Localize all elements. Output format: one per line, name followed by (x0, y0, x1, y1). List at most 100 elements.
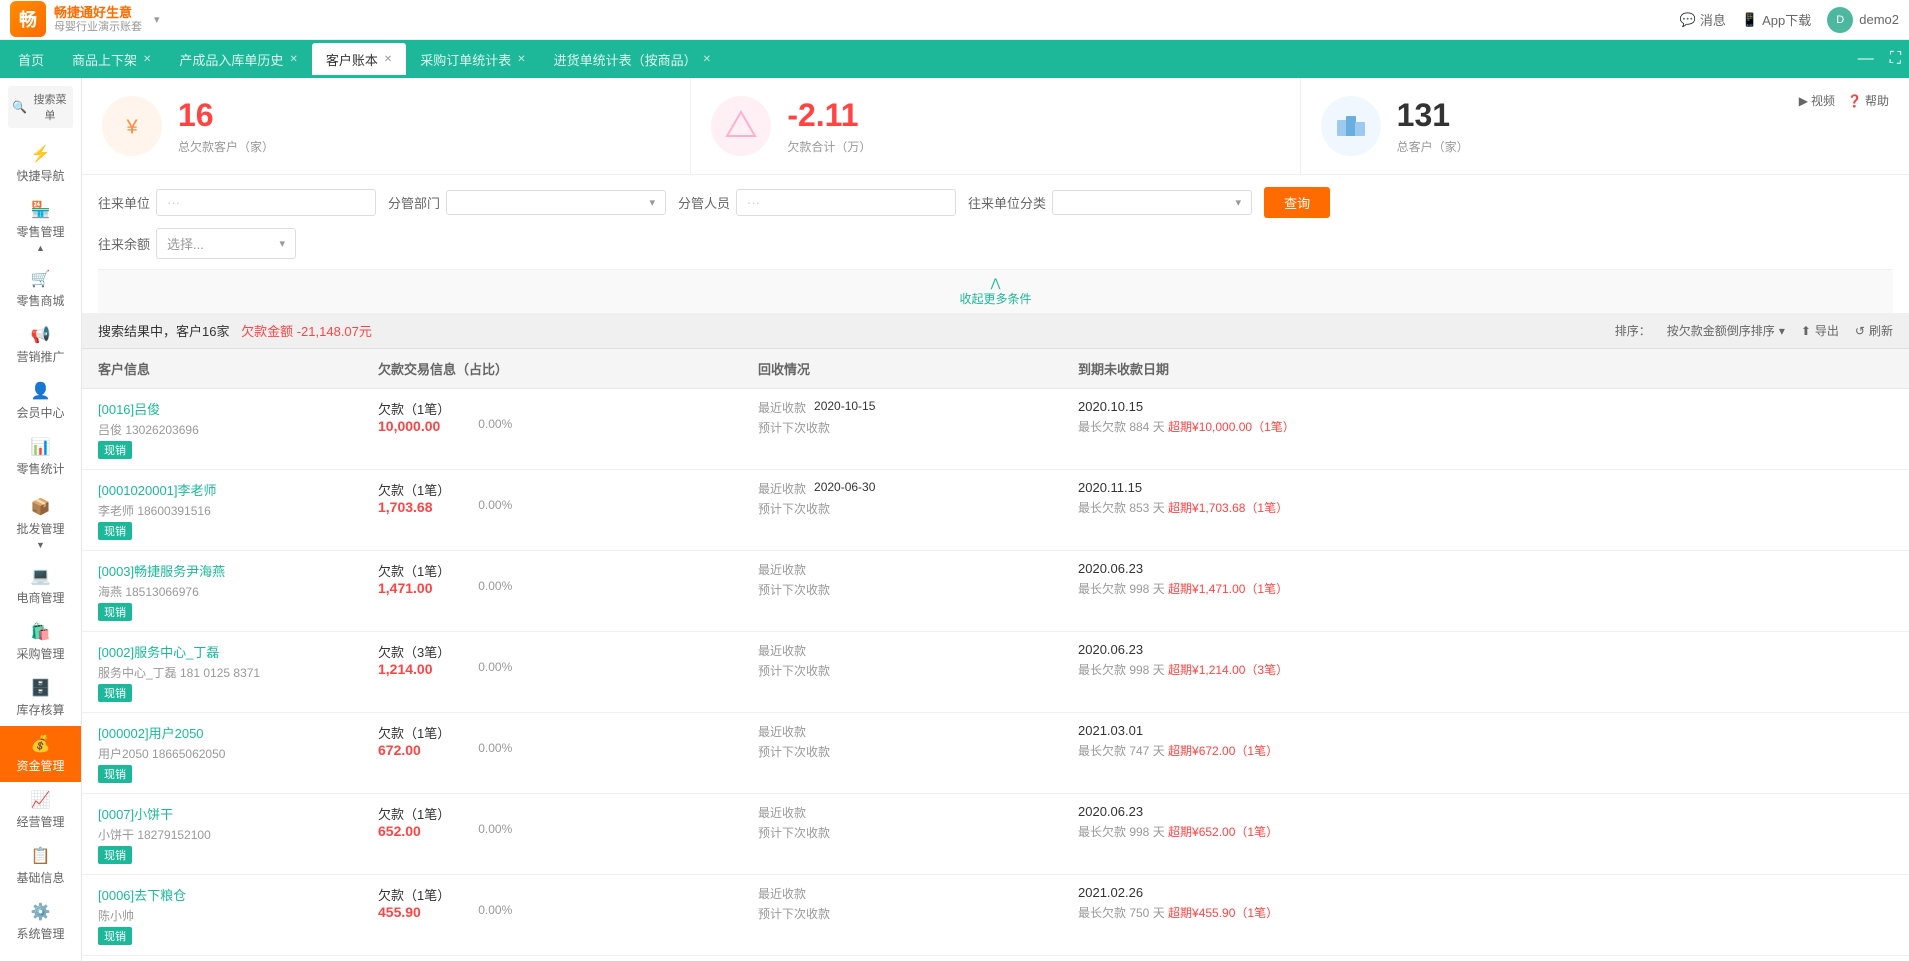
result-actions: 排序： 按欠款金额倒序排序 ▾ ⬆ 导出 ↺ 刷新 (1615, 322, 1893, 339)
ecom-icon: 💻 (31, 566, 51, 586)
sort-select[interactable]: 按欠款金额倒序排序 ▾ (1667, 322, 1785, 339)
play-icon: ▶ (1799, 94, 1808, 108)
recovery-row-next-2: 预计下次收款 (758, 581, 1078, 598)
tab-home[interactable]: 首页 (4, 43, 58, 75)
sidebar-item-retail-stat[interactable]: 📊 零售统计 (0, 429, 81, 485)
last-payment-label-5: 最近收款 (758, 804, 806, 821)
collapse-row[interactable]: ⋀ 收起更多条件 (98, 269, 1893, 313)
customer-tag-1: 现销 (98, 522, 132, 540)
sidebar-item-member[interactable]: 👤 会员中心 (0, 373, 81, 429)
tab-product-off[interactable]: 商品上下架 ✕ (58, 43, 165, 75)
debt-col-inner-2: 欠款（1笔） 1,471.00 (378, 561, 450, 596)
sidebar-item-inventory[interactable]: 🗄️ 库存核算 (0, 670, 81, 726)
person-input[interactable]: ··· (736, 189, 956, 216)
unit-category-select[interactable]: ▾ (1052, 190, 1252, 215)
overdue-amount-5[interactable]: 超期¥652.00（1笔） (1168, 825, 1278, 839)
debt-amount-5[interactable]: 652.00 (378, 823, 450, 839)
next-payment-label-1: 预计下次收款 (758, 500, 830, 517)
col-header-customer: 客户信息 (98, 359, 378, 378)
debt-amount-0[interactable]: 10,000.00 (378, 418, 450, 434)
tab-product-history[interactable]: 产成品入库单历史 ✕ (165, 43, 311, 75)
dept-label: 分管部门 (388, 193, 440, 212)
overdue-amount-4[interactable]: 超期¥672.00（1笔） (1168, 744, 1278, 758)
balance-select[interactable]: 选择... ▾ (156, 228, 296, 259)
message-icon: 💬 (1680, 12, 1696, 28)
person-dots: ··· (747, 195, 760, 210)
export-btn[interactable]: ⬆ 导出 (1801, 322, 1839, 339)
tab-product-history-close[interactable]: ✕ (289, 54, 297, 65)
refresh-icon: ↺ (1855, 324, 1865, 338)
refresh-btn[interactable]: ↺ 刷新 (1855, 322, 1893, 339)
query-button[interactable]: 查询 (1264, 187, 1330, 218)
help-icon: ❓ (1847, 94, 1862, 108)
debt-percent-3: 0.00% (478, 660, 512, 674)
tab-expand-btn[interactable]: ⛶ (1886, 46, 1905, 72)
tab-customer-account[interactable]: 客户账本 ✕ (312, 43, 406, 75)
sidebar-item-ops[interactable]: 📈 经营管理 (0, 782, 81, 838)
sidebar-item-basic[interactable]: 📋 基础信息 (0, 838, 81, 894)
overdue-amount-1[interactable]: 超期¥1,703.68（1笔） (1168, 501, 1288, 515)
sidebar-item-retail-mgmt[interactable]: 🏪 零售管理 ▲ (0, 192, 81, 261)
due-date-1: 2020.11.15 (1078, 480, 1893, 495)
customer-contact-4: 用户2050 18665062050 (98, 745, 378, 762)
sidebar: 🔍 搜索菜单 ⚡ 快捷导航 🏪 零售管理 ▲ 🛒 零售商城 📢 营销推广 👤 会… (0, 78, 82, 961)
debt-col-inner-1: 欠款（1笔） 1,703.68 (378, 480, 450, 515)
sidebar-item-batch-mgmt[interactable]: 📦 批发管理 ▼ (0, 489, 81, 558)
recovery-row-next-0: 预计下次收款 (758, 419, 1078, 436)
customer-name-4[interactable]: [000002]用户2050 (98, 723, 378, 742)
customer-name-6[interactable]: [0006]去下粮仓 (98, 885, 378, 904)
last-payment-label-6: 最近收款 (758, 885, 806, 902)
app-download-btn[interactable]: 📱 App下载 (1742, 10, 1811, 29)
overdue-amount-3[interactable]: 超期¥1,214.00（3笔） (1168, 663, 1288, 677)
sidebar-item-system[interactable]: ⚙️ 系统管理 (0, 894, 81, 950)
overdue-amount-0[interactable]: 超期¥10,000.00（1笔） (1168, 420, 1295, 434)
last-payment-date-0: 2020-10-15 (814, 399, 875, 416)
sidebar-search-btn[interactable]: 🔍 搜索菜单 (8, 86, 73, 128)
tab-product-off-close[interactable]: ✕ (143, 54, 151, 65)
customer-name-5[interactable]: [0007]小饼干 (98, 804, 378, 823)
basic-icon: 📋 (31, 846, 51, 866)
recovery-row-next-4: 预计下次收款 (758, 743, 1078, 760)
finance-icon: 💰 (31, 734, 51, 754)
tab-purchase-product-stat[interactable]: 进货单统计表（按商品） ✕ (540, 43, 725, 75)
tab-purchase-product-stat-close[interactable]: ✕ (703, 54, 711, 65)
card1-icon: ¥ (102, 96, 162, 156)
table-header: 客户信息 欠款交易信息（占比） 回收情况 到期未收款日期 (82, 349, 1909, 389)
dept-select[interactable]: ▾ (446, 190, 666, 215)
debt-amount-3[interactable]: 1,214.00 (378, 661, 450, 677)
overdue-amount-2[interactable]: 超期¥1,471.00（1笔） (1168, 582, 1288, 596)
user-area[interactable]: D demo2 (1827, 7, 1899, 33)
sidebar-item-purchase[interactable]: 🛍️ 采购管理 (0, 614, 81, 670)
sidebar-item-quick-nav[interactable]: ⚡ 快捷导航 (0, 136, 81, 192)
tab-bar-actions: — ⛶ (1854, 46, 1905, 72)
due-info-0: 2020.10.15 最长欠款 884 天 超期¥10,000.00（1笔） (1078, 399, 1893, 459)
sidebar-item-enterprise-coop[interactable]: 🤝 企业协同 (0, 950, 81, 961)
debt-amount-6[interactable]: 455.90 (378, 904, 450, 920)
overdue-amount-6[interactable]: 超期¥455.90（1笔） (1168, 906, 1278, 920)
due-date-3: 2020.06.23 (1078, 642, 1893, 657)
debt-amount-1[interactable]: 1,703.68 (378, 499, 450, 515)
video-help-btn[interactable]: ▶ 视频 (1799, 92, 1835, 109)
customer-name-2[interactable]: [0003]畅捷服务尹海燕 (98, 561, 378, 580)
customer-name-1[interactable]: [0001020001]李老师 (98, 480, 378, 499)
debt-amount-2[interactable]: 1,471.00 (378, 580, 450, 596)
sidebar-item-marketing[interactable]: 📢 营销推广 (0, 317, 81, 373)
sidebar-item-ecom[interactable]: 💻 电商管理 (0, 558, 81, 614)
debt-count-0: 欠款（1笔） (378, 399, 450, 418)
tab-minimize-btn[interactable]: — (1854, 46, 1878, 72)
top-header: 畅 畅捷通好生意 母婴行业演示账套 ▾ 💬 消息 📱 App下载 D demo2 (0, 0, 1909, 40)
suite-dropdown-icon[interactable]: ▾ (154, 13, 160, 26)
next-payment-label-3: 预计下次收款 (758, 662, 830, 679)
help-btn[interactable]: ❓ 帮助 (1847, 92, 1889, 109)
source-unit-input[interactable]: ··· (156, 189, 376, 216)
debt-amount-4[interactable]: 672.00 (378, 742, 450, 758)
tab-purchase-stat[interactable]: 采购订单统计表 ✕ (406, 43, 539, 75)
message-btn[interactable]: 💬 消息 (1680, 10, 1726, 29)
sidebar-item-finance[interactable]: 💰 资金管理 (0, 726, 81, 782)
sidebar-item-retail-mall[interactable]: 🛒 零售商城 (0, 261, 81, 317)
refresh-label: 刷新 (1869, 322, 1893, 339)
tab-purchase-stat-close[interactable]: ✕ (517, 54, 525, 65)
customer-name-3[interactable]: [0002]服务中心_丁磊 (98, 642, 378, 661)
customer-name-0[interactable]: [0016]吕俊 (98, 399, 378, 418)
tab-customer-account-close[interactable]: ✕ (384, 54, 392, 65)
